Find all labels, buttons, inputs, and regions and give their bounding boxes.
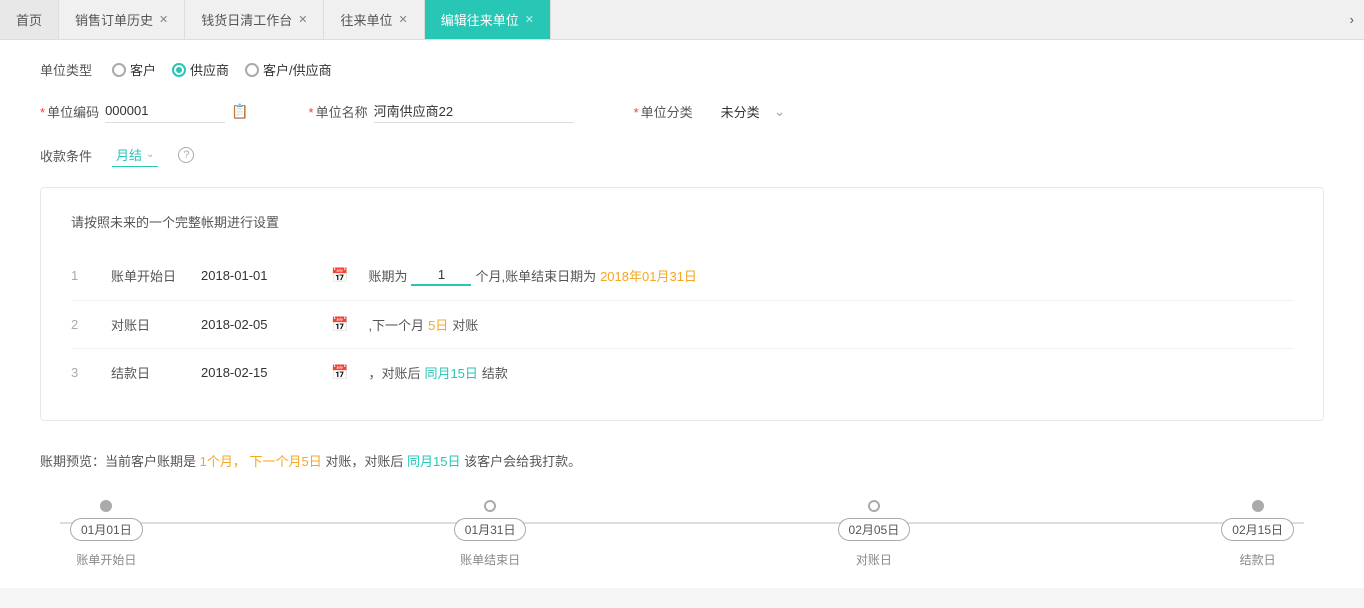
tab-home[interactable]: 首页 (0, 0, 59, 39)
timeline-label-1: 账单结束日 (460, 551, 520, 568)
timeline-dot-3 (1252, 500, 1264, 512)
radio-both[interactable]: 客户/供应商 (245, 60, 332, 79)
step-date-1: 2018-01-01 (201, 268, 311, 283)
tab-edit-partner[interactable]: 编辑往来单位 ✕ (425, 0, 551, 39)
radio-customer[interactable]: 客户 (112, 60, 156, 79)
category-dropdown-icon[interactable]: ⌄ (774, 103, 786, 120)
radio-supplier[interactable]: 供应商 (172, 60, 229, 79)
unit-type-label: 单位类型 (40, 60, 92, 79)
tab-bar: 首页 销售订单历史 ✕ 钱货日清工作台 ✕ 往来单位 ✕ 编辑往来单位 ✕ › (0, 0, 1364, 40)
timeline-badge-0: 01月01日 (70, 518, 143, 541)
calendar-icon-3[interactable]: 📅 (331, 364, 348, 381)
timeline-node-1: 01月31日 账单结束日 (454, 500, 527, 568)
name-input[interactable] (374, 99, 574, 123)
category-value: 未分类 (721, 102, 760, 121)
close-tab-cash-reconcile[interactable]: ✕ (298, 13, 307, 26)
step2-highlight: 5日 (428, 315, 448, 334)
timeline-badge-1: 01月31日 (454, 518, 527, 541)
code-label: *单位编码 (40, 102, 99, 121)
timeline-dot-2 (868, 500, 880, 512)
tab-partner[interactable]: 往来单位 ✕ (324, 0, 424, 39)
period-input[interactable] (411, 265, 471, 286)
step-num-3: 3 (71, 365, 91, 380)
code-field: *单位编码 📋 (40, 99, 249, 123)
calendar-icon-1[interactable]: 📅 (331, 267, 348, 284)
step-desc-3: ，对账后 同月15日 结款 (368, 363, 508, 382)
timeline-label-2: 对账日 (856, 551, 892, 568)
timeline-node-0: 01月01日 账单开始日 (70, 500, 143, 568)
step-desc-2: ,下一个月 5日 对账 (368, 315, 478, 334)
timeline-badge-3: 02月15日 (1221, 518, 1294, 541)
step-date-2: 2018-02-05 (201, 317, 311, 332)
period-end-date: 2018年01月31日 (600, 266, 697, 285)
radio-both-circle (245, 63, 259, 77)
tab-cash-reconcile[interactable]: 钱货日清工作台 ✕ (185, 0, 324, 39)
copy-icon[interactable]: 📋 (231, 103, 248, 120)
tab-sales-order[interactable]: 销售订单历史 ✕ (59, 0, 185, 39)
timeline-dot-1 (484, 500, 496, 512)
tab-scroll-arrow[interactable]: › (1340, 0, 1364, 39)
card-hint: 请按照未来的一个完整帐期进行设置 (71, 212, 1293, 231)
timeline-items: 01月01日 账单开始日 01月31日 账单结束日 02月05日 对账日 02月… (70, 500, 1294, 568)
step-label-3: 结款日 (111, 363, 181, 382)
radio-customer-circle (112, 63, 126, 77)
unit-type-radio-group: 客户 供应商 客户/供应商 (112, 60, 332, 79)
payment-settings-card: 请按照未来的一个完整帐期进行设置 1 账单开始日 2018-01-01 📅 账期… (40, 187, 1324, 421)
step-desc-1: 账期为 个月,账单结束日期为 2018年01月31日 (368, 265, 696, 286)
step-num-2: 2 (71, 317, 91, 332)
unit-type-row: 单位类型 客户 供应商 客户/供应商 (40, 60, 1324, 79)
step-row-2: 2 对账日 2018-02-05 📅 ,下一个月 5日 对账 (71, 301, 1293, 349)
preview-text: 账期预览：当前客户账期是 1个月， 下一个月5日 对账，对账后 同月15日 该客… (40, 441, 1324, 490)
calendar-icon-2[interactable]: 📅 (331, 316, 348, 333)
timeline-node-2: 02月05日 对账日 (838, 500, 911, 568)
main-content: 单位类型 客户 供应商 客户/供应商 *单位编码 📋 *单位名称 (0, 40, 1364, 588)
close-tab-sales-order[interactable]: ✕ (159, 13, 168, 26)
payment-row: 收款条件 月结 ⌄ ? (40, 143, 1324, 167)
timeline-label-3: 结款日 (1240, 551, 1276, 568)
timeline-badge-2: 02月05日 (838, 518, 911, 541)
chevron-down-icon: ⌄ (146, 149, 154, 160)
step3-highlight: 同月15日 (424, 363, 477, 382)
category-field: *单位分类 未分类 ⌄ (634, 102, 786, 121)
payment-dropdown[interactable]: 月结 ⌄ (112, 143, 158, 167)
preview-next: 下一个月5日 (250, 454, 322, 469)
close-tab-partner[interactable]: ✕ (399, 13, 408, 26)
step-label-1: 账单开始日 (111, 266, 181, 285)
step-label-2: 对账日 (111, 315, 181, 334)
close-tab-edit-partner[interactable]: ✕ (525, 13, 534, 26)
payment-label: 收款条件 (40, 146, 92, 165)
preview-settle: 同月15日 (407, 454, 460, 469)
timeline-label-0: 账单开始日 (76, 551, 136, 568)
name-label: *单位名称 (309, 102, 368, 121)
radio-supplier-circle (172, 63, 186, 77)
timeline: 01月01日 账单开始日 01月31日 账单结束日 02月05日 对账日 02月… (40, 500, 1324, 568)
preview-period: 1个月， (200, 454, 246, 469)
category-label: *单位分类 (634, 102, 693, 121)
step-row-3: 3 结款日 2018-02-15 📅 ，对账后 同月15日 结款 (71, 349, 1293, 396)
timeline-node-3: 02月15日 结款日 (1221, 500, 1294, 568)
timeline-dot-0 (100, 500, 112, 512)
payment-value: 月结 (116, 145, 142, 164)
step-date-3: 2018-02-15 (201, 365, 311, 380)
code-name-category-row: *单位编码 📋 *单位名称 *单位分类 未分类 ⌄ (40, 99, 1324, 123)
help-icon[interactable]: ? (178, 147, 194, 163)
name-field: *单位名称 (309, 99, 574, 123)
step-row-1: 1 账单开始日 2018-01-01 📅 账期为 个月,账单结束日期为 2018… (71, 251, 1293, 301)
code-input[interactable] (105, 99, 225, 123)
step-num-1: 1 (71, 268, 91, 283)
